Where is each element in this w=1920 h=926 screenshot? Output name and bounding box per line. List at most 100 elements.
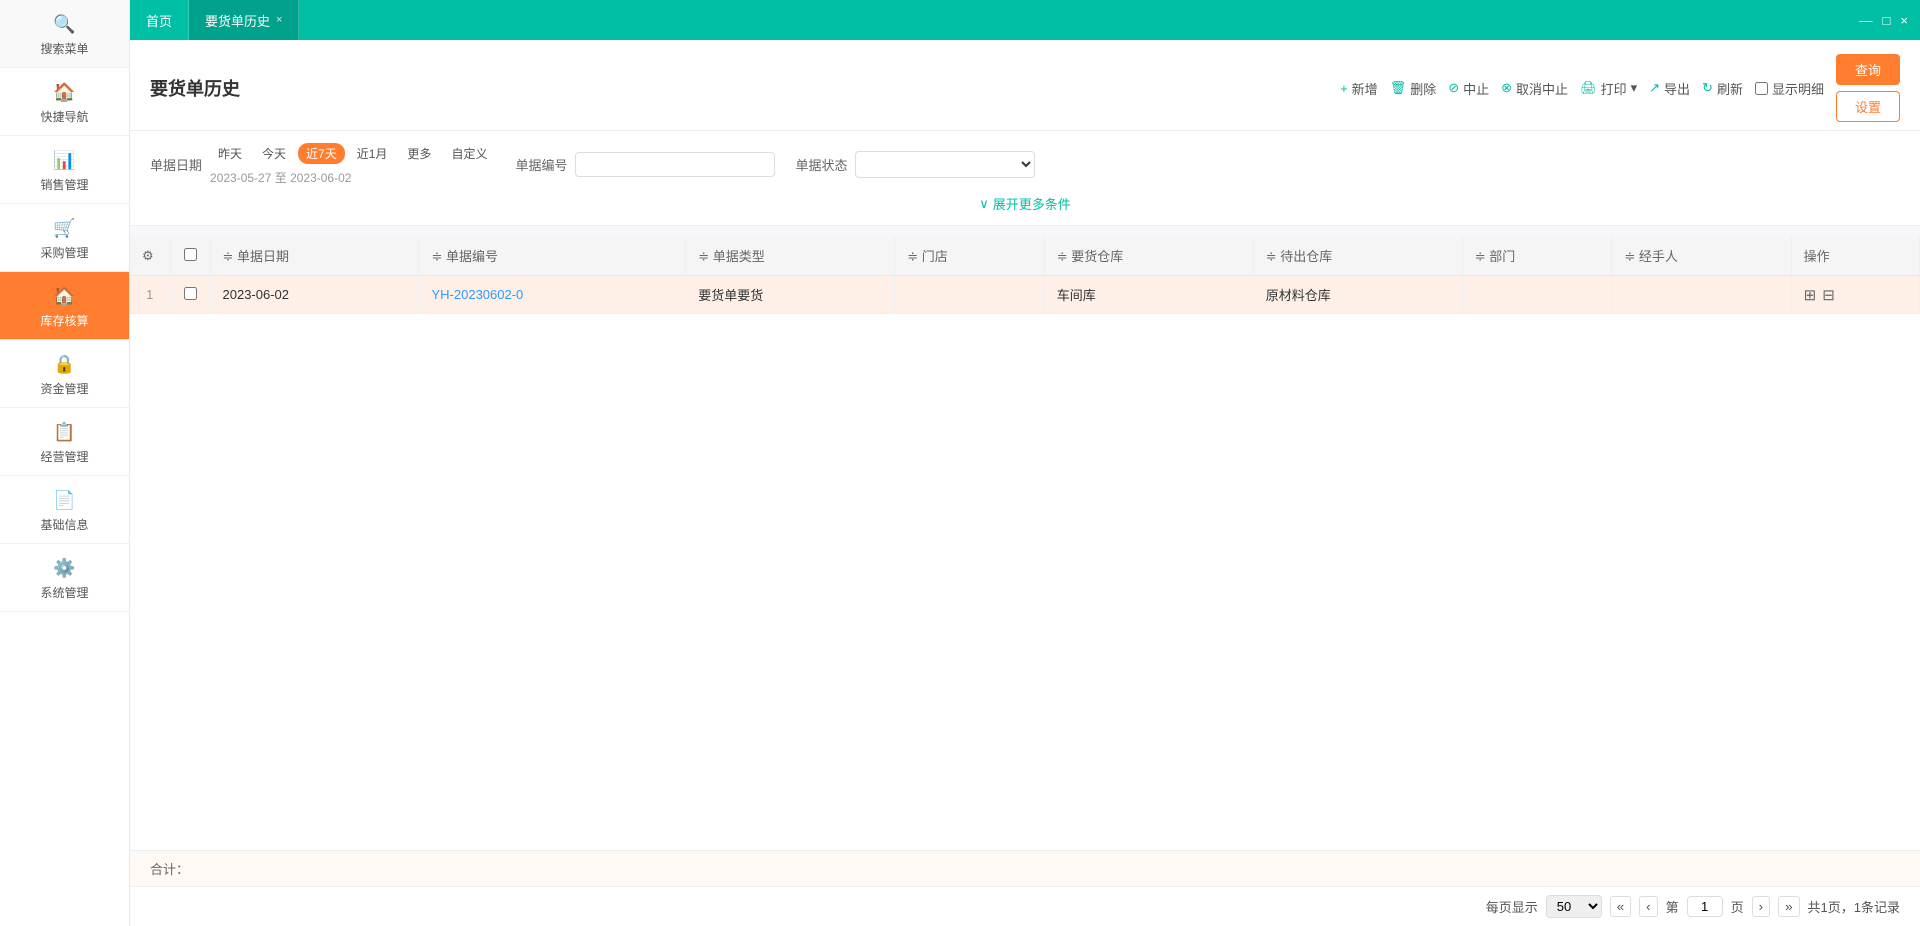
pagination-bar: 每页显示 50 10 20 100 « ‹ 第 页 › » 共1页，1条记录 xyxy=(130,886,1920,926)
select-all-checkbox[interactable] xyxy=(184,248,197,261)
operations-icon: 📋 xyxy=(53,422,75,443)
cancel-suspend-button[interactable]: ⊗ 取消中止 xyxy=(1501,79,1568,98)
first-page-button[interactable]: « xyxy=(1610,896,1631,917)
col-checkbox xyxy=(170,236,210,276)
doc-number-link[interactable]: YH-20230602-0 xyxy=(431,287,523,302)
next-page-button[interactable]: › xyxy=(1752,896,1770,917)
col-doc-number-label: ≑ 单据编号 xyxy=(431,249,498,264)
page-size-label: 每页显示 xyxy=(1486,897,1538,916)
sidebar-item-sys-mgmt[interactable]: ⚙️ 系统管理 xyxy=(0,544,129,612)
delete-label: 删除 xyxy=(1410,79,1436,98)
cancel-suspend-label: 取消中止 xyxy=(1516,79,1568,98)
sidebar-item-label: 资金管理 xyxy=(40,380,88,397)
export-label: 导出 xyxy=(1664,79,1690,98)
show-detail-input[interactable] xyxy=(1755,82,1768,95)
row-doc-date: 2023-06-02 xyxy=(210,276,419,314)
date-pill-7days[interactable]: 近7天 xyxy=(298,143,345,164)
sidebar-item-inventory[interactable]: 🏠 库存核算 xyxy=(0,272,129,340)
add-button[interactable]: + 新增 xyxy=(1340,79,1378,98)
tab-requisition-label: 要货单历史 xyxy=(205,11,270,30)
maximize-button[interactable]: □ xyxy=(1883,13,1891,28)
suspend-label: 中止 xyxy=(1463,79,1489,98)
row-checkbox[interactable] xyxy=(184,287,197,300)
tab-requisition-history[interactable]: 要货单历史 × xyxy=(189,0,299,40)
doc-number-label: 单据编号 xyxy=(515,155,567,174)
page-size-select[interactable]: 50 10 20 100 xyxy=(1546,895,1602,918)
suspend-icon: ⊘ xyxy=(1448,80,1459,96)
refresh-button[interactable]: ↻ 刷新 xyxy=(1702,79,1743,98)
tab-home[interactable]: 首页 xyxy=(130,0,189,40)
print-label: 打印 xyxy=(1601,79,1627,98)
print-dropdown-icon: ▾ xyxy=(1631,80,1638,96)
date-filter-label: 单据日期 xyxy=(150,155,202,174)
col-doc-date[interactable]: ≑ 单据日期 xyxy=(210,236,419,276)
suspend-button[interactable]: ⊘ 中止 xyxy=(1448,79,1489,98)
sidebar-item-label: 快捷导航 xyxy=(40,108,88,125)
col-doc-type[interactable]: ≑ 单据类型 xyxy=(686,236,895,276)
content-area: 要货单历史 + 新增 🗑 删除 ⊘ 中止 ⊗ 取消中止 xyxy=(130,40,1920,926)
col-store[interactable]: ≑ 门店 xyxy=(895,236,1045,276)
sidebar-item-operations[interactable]: 📋 经营管理 xyxy=(0,408,129,476)
inventory-icon: 🏠 xyxy=(53,286,75,307)
date-range-display: 2023-05-27 至 2023-06-02 xyxy=(210,169,495,186)
sidebar: 🔍 搜索菜单 🏠 快捷导航 📊 销售管理 🛒 采购管理 🏠 库存核算 🔒 资金管… xyxy=(0,0,130,926)
col-department[interactable]: ≑ 部门 xyxy=(1462,236,1612,276)
export-button[interactable]: ↗ 导出 xyxy=(1649,79,1690,98)
row-checkbox-cell[interactable] xyxy=(170,276,210,314)
doc-number-input[interactable] xyxy=(575,152,775,177)
tab-close-icon[interactable]: × xyxy=(276,14,282,26)
last-page-button[interactable]: » xyxy=(1778,896,1799,917)
col-handler[interactable]: ≑ 经手人 xyxy=(1612,236,1791,276)
row-handler xyxy=(1612,276,1791,314)
filter-row-2: ∨ 展开更多条件 xyxy=(150,194,1900,213)
row-edit-icon[interactable]: ⊞ xyxy=(1804,286,1817,304)
col-doc-number[interactable]: ≑ 单据编号 xyxy=(419,236,686,276)
refresh-label: 刷新 xyxy=(1717,79,1743,98)
col-req-warehouse-label: ≑ 要货仓库 xyxy=(1057,249,1124,264)
date-pill-custom[interactable]: 自定义 xyxy=(443,143,495,164)
date-pill-more[interactable]: 更多 xyxy=(399,143,439,164)
expand-label: 展开更多条件 xyxy=(993,194,1071,213)
print-button[interactable]: 🖨 打印 ▾ xyxy=(1580,79,1637,98)
col-actions: 操作 xyxy=(1791,236,1919,276)
sidebar-item-quick-nav[interactable]: 🏠 快捷导航 xyxy=(0,68,129,136)
query-button[interactable]: 查询 xyxy=(1836,54,1900,85)
refresh-icon: ↻ xyxy=(1702,80,1713,96)
table-footer: 合计： xyxy=(130,850,1920,886)
date-pill-today[interactable]: 今天 xyxy=(254,143,294,164)
sidebar-item-sales-mgmt[interactable]: 📊 销售管理 xyxy=(0,136,129,204)
sidebar-item-basic-info[interactable]: 📄 基础信息 xyxy=(0,476,129,544)
expand-icon: ∨ xyxy=(979,196,989,212)
col-req-warehouse[interactable]: ≑ 要货仓库 xyxy=(1044,236,1253,276)
sidebar-item-purchase-mgmt[interactable]: 🛒 采购管理 xyxy=(0,204,129,272)
delete-button[interactable]: 🗑 删除 xyxy=(1390,79,1437,98)
sidebar-item-search-menu[interactable]: 🔍 搜索菜单 xyxy=(0,0,129,68)
date-pill-yesterday[interactable]: 昨天 xyxy=(210,143,250,164)
finance-icon: 🔒 xyxy=(53,354,75,375)
close-button[interactable]: × xyxy=(1900,13,1908,28)
footer-total-label: 合计： xyxy=(150,862,189,877)
minimize-button[interactable]: — xyxy=(1860,13,1873,28)
table-area: ⚙ ≑ 单据日期 ≑ 单据编号 ≑ 单据类型 xyxy=(130,236,1920,850)
sidebar-item-finance[interactable]: 🔒 资金管理 xyxy=(0,340,129,408)
search-menu-icon: 🔍 xyxy=(53,14,75,35)
show-detail-checkbox[interactable]: 显示明细 xyxy=(1755,79,1824,98)
prev-page-button[interactable]: ‹ xyxy=(1639,896,1657,917)
row-action-buttons: ⊞ ⊟ xyxy=(1804,286,1907,304)
date-pill-1month[interactable]: 近1月 xyxy=(349,143,396,164)
row-copy-icon[interactable]: ⊟ xyxy=(1822,286,1835,304)
print-icon: 🖨 xyxy=(1580,80,1597,96)
page-number-input[interactable] xyxy=(1687,896,1723,917)
status-select[interactable] xyxy=(855,151,1035,178)
settings-button[interactable]: 设置 xyxy=(1836,91,1900,122)
col-doc-date-label: ≑ 单据日期 xyxy=(223,249,290,264)
sidebar-item-label: 销售管理 xyxy=(40,176,88,193)
header-actions: + 新增 🗑 删除 ⊘ 中止 ⊗ 取消中止 🖨 打印 xyxy=(1340,54,1900,122)
sidebar-item-label: 采购管理 xyxy=(40,244,88,261)
row-doc-number[interactable]: YH-20230602-0 xyxy=(419,276,686,314)
col-pending-warehouse[interactable]: ≑ 待出仓库 xyxy=(1253,236,1462,276)
cancel-suspend-icon: ⊗ xyxy=(1501,80,1512,96)
expand-more-btn[interactable]: ∨ 展开更多条件 xyxy=(979,194,1071,213)
data-table: ⚙ ≑ 单据日期 ≑ 单据编号 ≑ 单据类型 xyxy=(130,236,1920,314)
col-settings[interactable]: ⚙ xyxy=(130,236,170,276)
